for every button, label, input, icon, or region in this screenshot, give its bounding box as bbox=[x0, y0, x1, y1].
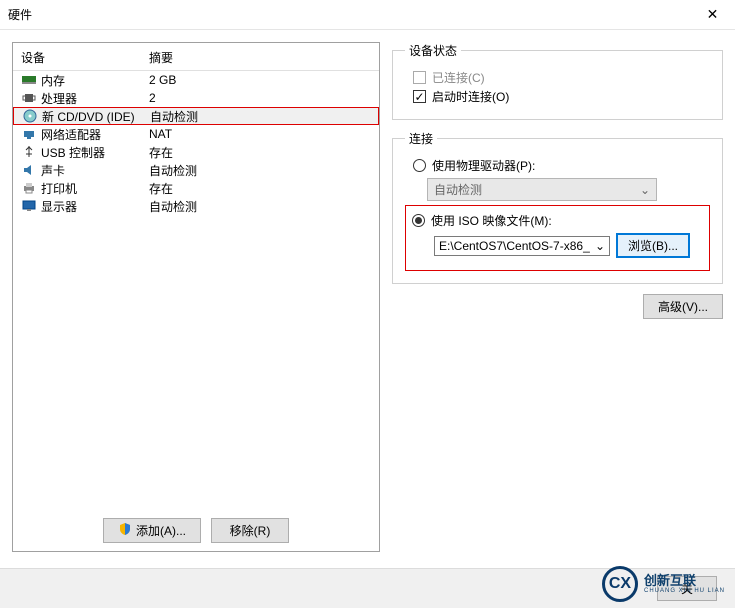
chevron-down-icon: ⌄ bbox=[640, 183, 650, 197]
disc-icon bbox=[22, 108, 38, 124]
remove-button[interactable]: 移除(R) bbox=[211, 518, 289, 543]
column-header-device[interactable]: 设备 bbox=[21, 49, 149, 66]
device-summary: 自动检测 bbox=[150, 108, 370, 125]
device-status-legend: 设备状态 bbox=[405, 42, 461, 59]
device-row-cddvd[interactable]: 新 CD/DVD (IDE) 自动检测 bbox=[13, 107, 379, 125]
close-icon[interactable]: ✕ bbox=[690, 0, 735, 30]
physical-drive-value: 自动检测 bbox=[434, 181, 482, 198]
device-row-network[interactable]: 网络适配器 NAT bbox=[13, 125, 379, 143]
device-label: 显示器 bbox=[41, 198, 149, 215]
device-label: 处理器 bbox=[41, 90, 149, 107]
connected-label: 已连接(C) bbox=[432, 69, 485, 86]
network-icon bbox=[21, 126, 37, 142]
add-button[interactable]: 添加(A)... bbox=[103, 518, 201, 543]
device-label: 网络适配器 bbox=[41, 126, 149, 143]
device-row-sound[interactable]: 声卡 自动检测 bbox=[13, 161, 379, 179]
window-title: 硬件 bbox=[8, 6, 32, 23]
device-summary: 2 bbox=[149, 91, 371, 105]
device-label: USB 控制器 bbox=[41, 144, 149, 161]
device-status-group: 设备状态 已连接(C) ✓ 启动时连接(O) bbox=[392, 42, 723, 120]
iso-highlight: 使用 ISO 映像文件(M): E:\CentOS7\CentOS-7-x86_… bbox=[405, 205, 710, 271]
connection-legend: 连接 bbox=[405, 130, 437, 147]
advanced-button[interactable]: 高级(V)... bbox=[643, 294, 723, 319]
device-summary: 2 GB bbox=[149, 73, 371, 87]
iso-path-input[interactable]: E:\CentOS7\CentOS-7-x86_ ⌄ bbox=[434, 236, 610, 256]
device-summary: 存在 bbox=[149, 180, 371, 197]
printer-icon bbox=[21, 180, 37, 196]
add-button-label: 添加(A)... bbox=[136, 522, 186, 539]
use-physical-radio[interactable] bbox=[413, 159, 426, 172]
device-summary: 自动检测 bbox=[149, 198, 371, 215]
logo-icon: CX bbox=[602, 566, 638, 602]
device-summary: NAT bbox=[149, 127, 371, 141]
device-label: 内存 bbox=[41, 72, 149, 89]
chevron-down-icon[interactable]: ⌄ bbox=[595, 239, 605, 253]
browse-button[interactable]: 浏览(B)... bbox=[616, 233, 690, 258]
use-iso-radio[interactable] bbox=[412, 214, 425, 227]
usb-icon bbox=[21, 144, 37, 160]
brand-logo: CX 创新互联 CHUANG XIN HU LIAN bbox=[602, 566, 725, 602]
connect-at-poweron-label: 启动时连接(O) bbox=[432, 88, 509, 105]
device-row-display[interactable]: 显示器 自动检测 bbox=[13, 197, 379, 215]
brand-sub: CHUANG XIN HU LIAN bbox=[644, 588, 725, 594]
device-list-panel: 设备 摘要 内存 2 GB 处理器 2 新 CD/DVD (IDE) 自动检测 … bbox=[12, 42, 380, 552]
physical-drive-combo: 自动检测 ⌄ bbox=[427, 178, 657, 201]
iso-path-value: E:\CentOS7\CentOS-7-x86_ bbox=[439, 239, 590, 253]
device-summary: 存在 bbox=[149, 144, 371, 161]
sound-icon bbox=[21, 162, 37, 178]
shield-icon bbox=[118, 522, 132, 539]
display-icon bbox=[21, 198, 37, 214]
memory-icon bbox=[21, 72, 37, 88]
device-label: 新 CD/DVD (IDE) bbox=[42, 108, 150, 125]
device-summary: 自动检测 bbox=[149, 162, 371, 179]
device-label: 打印机 bbox=[41, 180, 149, 197]
connected-checkbox bbox=[413, 71, 426, 84]
use-physical-label: 使用物理驱动器(P): bbox=[432, 157, 535, 174]
connection-group: 连接 使用物理驱动器(P): 自动检测 ⌄ 使用 ISO 映像文件(M): E:… bbox=[392, 130, 723, 284]
device-row-memory[interactable]: 内存 2 GB bbox=[13, 71, 379, 89]
column-header-summary[interactable]: 摘要 bbox=[149, 49, 173, 66]
device-row-cpu[interactable]: 处理器 2 bbox=[13, 89, 379, 107]
cpu-icon bbox=[21, 90, 37, 106]
connect-at-poweron-checkbox[interactable]: ✓ bbox=[413, 90, 426, 103]
device-row-usb[interactable]: USB 控制器 存在 bbox=[13, 143, 379, 161]
use-iso-label: 使用 ISO 映像文件(M): bbox=[431, 212, 552, 229]
device-label: 声卡 bbox=[41, 162, 149, 179]
device-row-printer[interactable]: 打印机 存在 bbox=[13, 179, 379, 197]
brand-name: 创新互联 bbox=[644, 574, 725, 588]
